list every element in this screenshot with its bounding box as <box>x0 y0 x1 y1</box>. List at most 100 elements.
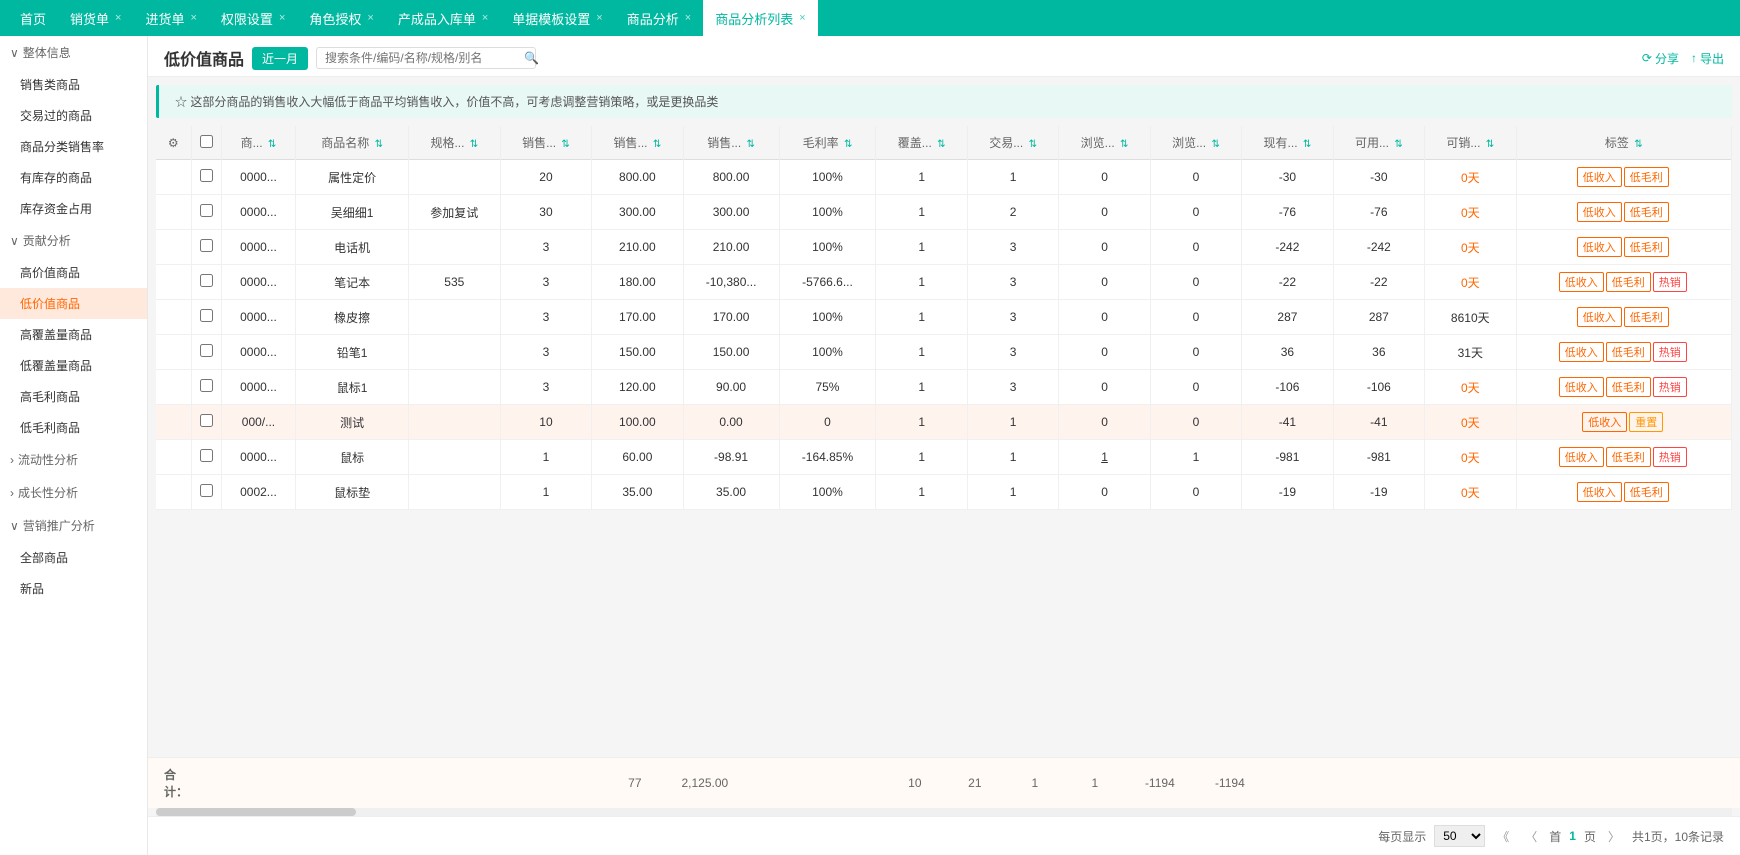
cell-view1[interactable]: 0 <box>1059 195 1150 230</box>
cell-view1[interactable]: 0 <box>1059 230 1150 265</box>
sidebar-item-traded[interactable]: 交易过的商品 <box>0 100 147 131</box>
th-saleable[interactable]: 可销... ⇅ <box>1425 126 1516 160</box>
sidebar-item-stock-products[interactable]: 有库存的商品 <box>0 162 147 193</box>
close-icon[interactable]: × <box>190 12 196 24</box>
export-button[interactable]: ↑ 导出 <box>1691 50 1724 67</box>
nav-permission[interactable]: 权限设置 × <box>209 0 297 36</box>
nav-home[interactable]: 首页 <box>8 0 58 36</box>
nav-analysis-list[interactable]: 商品分析列表 × <box>703 0 817 36</box>
cell-checkbox[interactable] <box>191 405 221 440</box>
th-trade[interactable]: 交易... ⇅ <box>967 126 1058 160</box>
cell-gear[interactable] <box>156 475 191 510</box>
cell-gear[interactable] <box>156 300 191 335</box>
close-icon[interactable]: × <box>482 12 488 24</box>
current-page-input[interactable]: 1 <box>1569 829 1576 843</box>
th-sales-profit[interactable]: 销售... ⇅ <box>683 126 779 160</box>
sidebar-item-high-margin[interactable]: 高毛利商品 <box>0 381 147 412</box>
cell-checkbox[interactable] <box>191 160 221 195</box>
th-coverage[interactable]: 覆盖... ⇅ <box>876 126 967 160</box>
th-gear[interactable]: ⚙ <box>156 126 191 160</box>
row-checkbox[interactable] <box>200 204 213 217</box>
sidebar-group-growth[interactable]: › 成长性分析 <box>0 476 147 509</box>
search-icon[interactable]: 🔍 <box>524 51 539 65</box>
first-page-button[interactable]: 《 <box>1493 828 1513 845</box>
nav-purchase[interactable]: 进货单 × <box>133 0 208 36</box>
share-button[interactable]: ⟳ 分享 <box>1642 50 1679 67</box>
close-icon[interactable]: × <box>367 12 373 24</box>
cell-view1[interactable]: 0 <box>1059 160 1150 195</box>
th-spec[interactable]: 规格... ⇅ <box>408 126 500 160</box>
close-icon[interactable]: × <box>596 12 602 24</box>
th-sales-amount[interactable]: 销售... ⇅ <box>592 126 683 160</box>
nav-role[interactable]: 角色授权 × <box>297 0 385 36</box>
filter-button[interactable]: 近一月 <box>252 47 308 70</box>
row-checkbox[interactable] <box>200 449 213 462</box>
cell-checkbox[interactable] <box>191 195 221 230</box>
cell-checkbox[interactable] <box>191 370 221 405</box>
cell-gear[interactable] <box>156 195 191 230</box>
cell-gear[interactable] <box>156 265 191 300</box>
next-page-button[interactable]: 〉 <box>1604 828 1624 845</box>
sidebar-item-low-margin[interactable]: 低毛利商品 <box>0 412 147 443</box>
sidebar-item-sales-products[interactable]: 销售类商品 <box>0 69 147 100</box>
cell-view1[interactable]: 0 <box>1059 475 1150 510</box>
sidebar-group-contribution[interactable]: ∨ 贡献分析 <box>0 224 147 257</box>
search-input[interactable] <box>316 47 536 69</box>
row-checkbox[interactable] <box>200 484 213 497</box>
cell-view1[interactable]: 0 <box>1059 405 1150 440</box>
sidebar-group-liquidity[interactable]: › 流动性分析 <box>0 443 147 476</box>
per-page-select[interactable]: 50 100 200 <box>1434 825 1485 847</box>
cell-checkbox[interactable] <box>191 440 221 475</box>
cell-view1[interactable]: 0 <box>1059 370 1150 405</box>
row-checkbox[interactable] <box>200 274 213 287</box>
close-icon[interactable]: × <box>685 12 691 24</box>
cell-gear[interactable] <box>156 370 191 405</box>
scrollbar-thumb[interactable] <box>156 808 356 816</box>
close-icon[interactable]: × <box>799 12 805 24</box>
cell-view1[interactable]: 1 <box>1059 440 1150 475</box>
sidebar-item-low-value[interactable]: 低价值商品 <box>0 288 147 319</box>
th-view2[interactable]: 浏览... ⇅ <box>1150 126 1241 160</box>
th-tags[interactable]: 标签 ⇅ <box>1516 126 1732 160</box>
sidebar-item-new-products[interactable]: 新品 <box>0 573 147 604</box>
cell-gear[interactable] <box>156 335 191 370</box>
cell-checkbox[interactable] <box>191 230 221 265</box>
sidebar-item-category-rate[interactable]: 商品分类销售率 <box>0 131 147 162</box>
row-checkbox[interactable] <box>200 239 213 252</box>
th-code[interactable]: 商... ⇅ <box>221 126 296 160</box>
sidebar-item-stock-capital[interactable]: 库存资金占用 <box>0 193 147 224</box>
cell-checkbox[interactable] <box>191 300 221 335</box>
cell-view1[interactable]: 0 <box>1059 300 1150 335</box>
cell-checkbox[interactable] <box>191 475 221 510</box>
sidebar-group-overall[interactable]: ∨ 整体信息 <box>0 36 147 69</box>
th-available[interactable]: 可用... ⇅ <box>1333 126 1424 160</box>
gear-icon[interactable]: ⚙ <box>168 136 179 150</box>
row-checkbox[interactable] <box>200 169 213 182</box>
sidebar-item-low-coverage[interactable]: 低覆盖量商品 <box>0 350 147 381</box>
nav-template[interactable]: 单据模板设置 × <box>500 0 614 36</box>
th-current-stock[interactable]: 现有... ⇅ <box>1242 126 1333 160</box>
row-checkbox[interactable] <box>200 414 213 427</box>
prev-page-button[interactable]: 〈 <box>1521 828 1541 845</box>
close-icon[interactable]: × <box>279 12 285 24</box>
cell-gear[interactable] <box>156 230 191 265</box>
th-name[interactable]: 商品名称 ⇅ <box>296 126 409 160</box>
nav-analysis[interactable]: 商品分析 × <box>615 0 703 36</box>
sidebar-item-high-value[interactable]: 高价值商品 <box>0 257 147 288</box>
cell-gear[interactable] <box>156 440 191 475</box>
horizontal-scrollbar[interactable] <box>156 808 1732 816</box>
select-all-checkbox[interactable] <box>200 135 213 148</box>
nav-product-in[interactable]: 产成品入库单 × <box>386 0 500 36</box>
cell-checkbox[interactable] <box>191 335 221 370</box>
th-sales-qty[interactable]: 销售... ⇅ <box>500 126 591 160</box>
cell-checkbox[interactable] <box>191 265 221 300</box>
nav-sales[interactable]: 销货单 × <box>58 0 133 36</box>
row-checkbox[interactable] <box>200 309 213 322</box>
row-checkbox[interactable] <box>200 344 213 357</box>
cell-gear[interactable] <box>156 405 191 440</box>
row-checkbox[interactable] <box>200 379 213 392</box>
sidebar-item-high-coverage[interactable]: 高覆盖量商品 <box>0 319 147 350</box>
th-view1[interactable]: 浏览... ⇅ <box>1059 126 1150 160</box>
cell-gear[interactable] <box>156 160 191 195</box>
th-margin[interactable]: 毛利率 ⇅ <box>779 126 876 160</box>
